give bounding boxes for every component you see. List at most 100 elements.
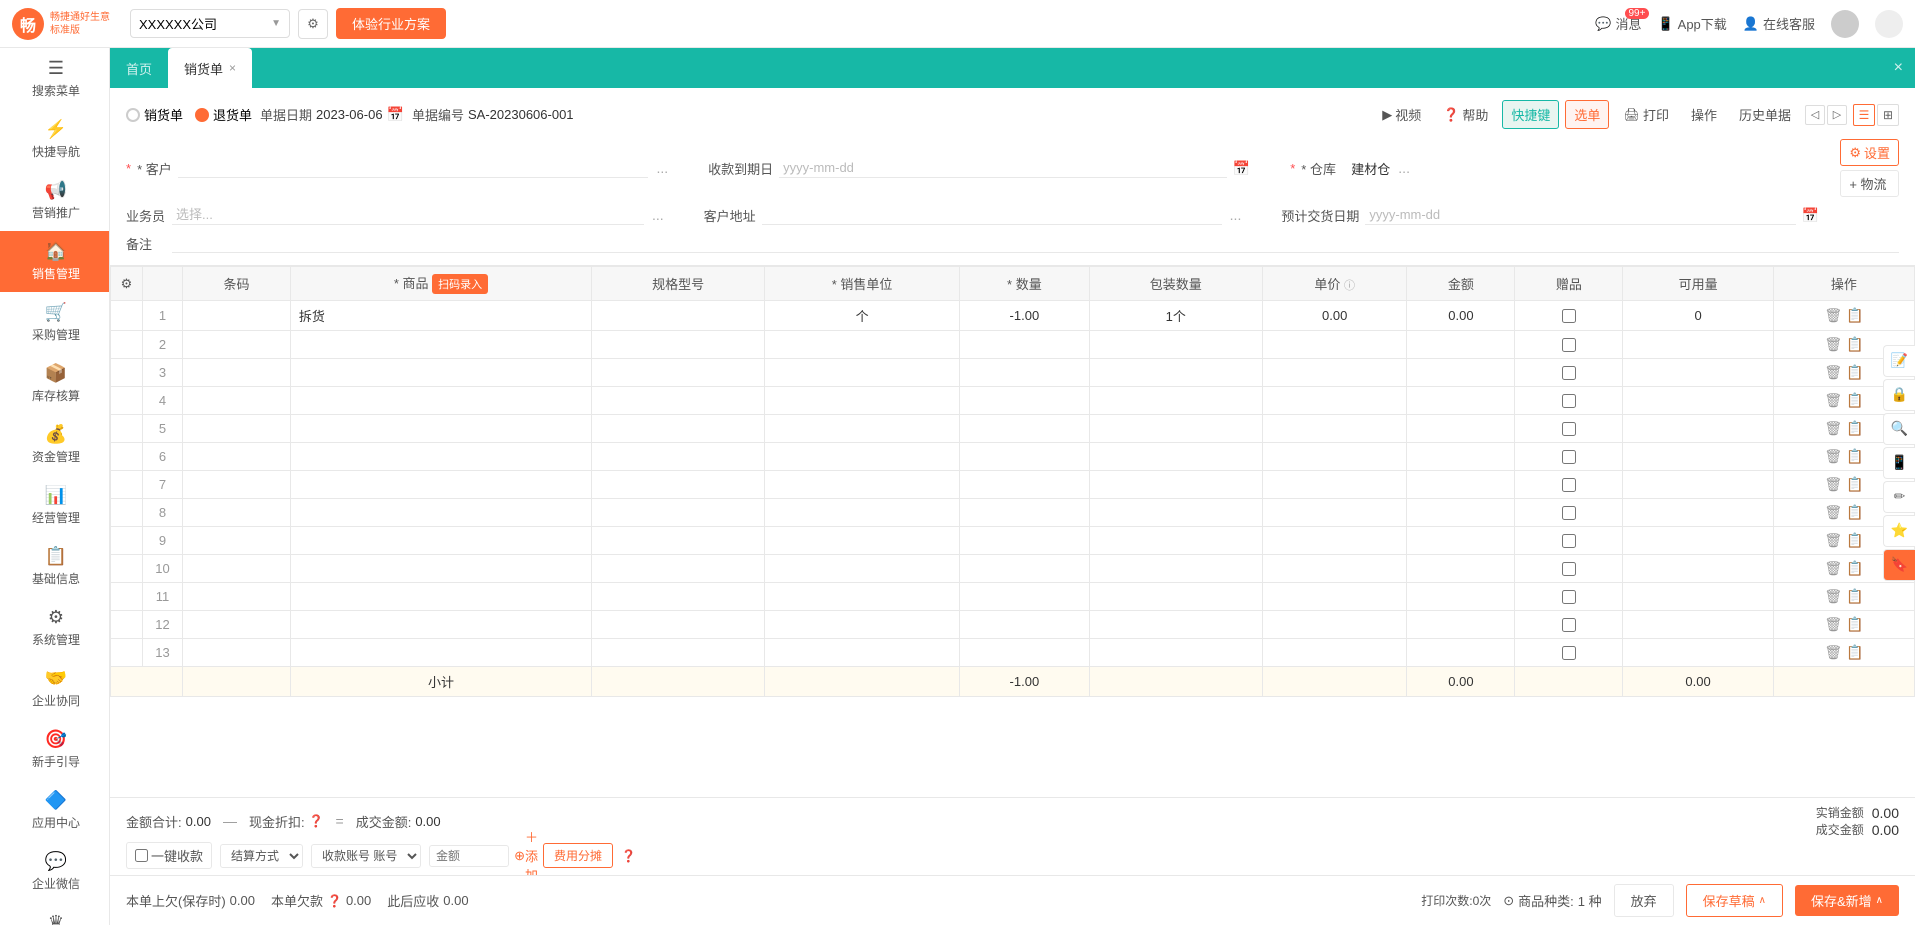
cell-action-1[interactable]: 🗑 📋 <box>1773 301 1914 331</box>
account-select[interactable]: 收款账号 账号 <box>311 844 421 868</box>
app-download-btn[interactable]: 📱 App下载 <box>1657 14 1726 33</box>
salesman-input[interactable] <box>172 205 644 225</box>
copy-btn-11[interactable]: 📋 <box>1846 588 1863 605</box>
tab-sales-order[interactable]: 销货单 × <box>168 48 252 88</box>
cell-spec-12[interactable] <box>592 611 765 639</box>
cell-spec-11[interactable] <box>592 583 765 611</box>
help-btn[interactable]: ❓ 帮助 <box>1435 101 1496 128</box>
cell-spec-6[interactable] <box>592 443 765 471</box>
payment-help-icon[interactable]: ❓ <box>621 849 636 863</box>
cell-action-11[interactable]: 🗑 📋 <box>1773 583 1914 611</box>
add-payment-btn[interactable]: ⊕ ＋添加 <box>517 847 535 865</box>
cell-product-11[interactable] <box>290 583 591 611</box>
cash-discount-help-icon[interactable]: ❓ <box>309 814 324 828</box>
one-click-checkbox[interactable] <box>135 849 148 862</box>
cell-price-3[interactable] <box>1262 359 1407 387</box>
salesman-dots-btn[interactable]: ... <box>652 207 664 223</box>
cell-unit-6[interactable] <box>765 443 960 471</box>
delete-btn-10[interactable]: 🗑 <box>1824 560 1842 577</box>
cell-qty-7[interactable] <box>960 471 1090 499</box>
cell-unit-4[interactable] <box>765 387 960 415</box>
cell-product-1[interactable]: 拆货 <box>290 301 591 331</box>
scan-btn[interactable]: 扫码录入 <box>432 274 488 294</box>
view-list-btn[interactable]: ☰ <box>1853 104 1875 126</box>
delete-btn-9[interactable]: 🗑 <box>1824 532 1842 549</box>
cell-product-5[interactable] <box>290 415 591 443</box>
expected-date-input[interactable] <box>1365 205 1795 225</box>
right-float-btn-7[interactable]: 🔖 <box>1883 549 1915 581</box>
delete-btn-5[interactable]: 🗑 <box>1824 420 1842 437</box>
settings-btn[interactable]: ⚙ 设置 <box>1840 139 1899 166</box>
radio-returns[interactable]: 退货单 <box>195 105 252 124</box>
cell-unit-11[interactable] <box>765 583 960 611</box>
cell-gift-6[interactable] <box>1515 443 1623 471</box>
cell-price-11[interactable] <box>1262 583 1407 611</box>
print-btn[interactable]: 🖨 打印 <box>1615 101 1677 128</box>
cell-gift-7[interactable] <box>1515 471 1623 499</box>
online-service-btn[interactable]: 👤 在线客服 <box>1743 14 1815 33</box>
cell-unit-7[interactable] <box>765 471 960 499</box>
cell-qty-1[interactable]: -1.00 <box>960 301 1090 331</box>
right-float-btn-4[interactable]: 📱 <box>1883 447 1915 479</box>
cell-price-12[interactable] <box>1262 611 1407 639</box>
radio-sales-order[interactable]: 销货单 <box>126 105 183 124</box>
copy-btn-2[interactable]: 📋 <box>1846 336 1863 353</box>
right-float-btn-1[interactable]: 📝 <box>1883 345 1915 377</box>
cell-price-10[interactable] <box>1262 555 1407 583</box>
cell-barcode-5[interactable] <box>183 415 291 443</box>
history-balance-help-icon[interactable]: ❓ <box>327 894 342 908</box>
copy-btn-5[interactable]: 📋 <box>1846 420 1863 437</box>
cell-qty-4[interactable] <box>960 387 1090 415</box>
copy-btn-6[interactable]: 📋 <box>1846 448 1863 465</box>
sidebar-item-operations[interactable]: 📊 经营管理 <box>0 475 109 536</box>
trial-btn[interactable]: 体验行业方案 <box>336 8 446 39</box>
cell-unit-1[interactable]: 个 <box>765 301 960 331</box>
view-grid-btn[interactable]: ⊞ <box>1877 104 1899 126</box>
tab-close-icon[interactable]: × <box>229 61 236 75</box>
cell-unit-2[interactable] <box>765 331 960 359</box>
cell-gift-13[interactable] <box>1515 639 1623 667</box>
cell-action-12[interactable]: 🗑 📋 <box>1773 611 1914 639</box>
sidebar-item-search[interactable]: ☰ 搜索菜单 <box>0 48 109 109</box>
copy-btn-10[interactable]: 📋 <box>1846 560 1863 577</box>
cell-qty-9[interactable] <box>960 527 1090 555</box>
cell-barcode-12[interactable] <box>183 611 291 639</box>
cell-price-1[interactable]: 0.00 <box>1262 301 1407 331</box>
gift-checkbox-7[interactable] <box>1562 478 1576 492</box>
cell-gift-8[interactable] <box>1515 499 1623 527</box>
company-selector[interactable]: XXXXXX公司 ▼ <box>130 9 290 38</box>
copy-btn-9[interactable]: 📋 <box>1846 532 1863 549</box>
one-click-payment-btn[interactable]: 一键收款 <box>126 842 212 869</box>
cell-price-7[interactable] <box>1262 471 1407 499</box>
cell-spec-5[interactable] <box>592 415 765 443</box>
gift-checkbox-2[interactable] <box>1562 338 1576 352</box>
sidebar-item-inventory[interactable]: 📦 库存核算 <box>0 353 109 414</box>
video-btn[interactable]: ▶ 视频 <box>1374 101 1429 128</box>
cell-product-9[interactable] <box>290 527 591 555</box>
cell-qty-11[interactable] <box>960 583 1090 611</box>
sidebar-item-finance[interactable]: 💰 资金管理 <box>0 414 109 475</box>
cell-gift-2[interactable] <box>1515 331 1623 359</box>
cell-barcode-9[interactable] <box>183 527 291 555</box>
cell-qty-2[interactable] <box>960 331 1090 359</box>
sidebar-item-guide[interactable]: 🎯 新手引导 <box>0 719 109 780</box>
cell-unit-9[interactable] <box>765 527 960 555</box>
sidebar-item-wechat[interactable]: 💬 企业微信 <box>0 841 109 902</box>
cell-barcode-3[interactable] <box>183 359 291 387</box>
nav-prev-btn[interactable]: ◁ <box>1805 105 1825 125</box>
delete-btn-8[interactable]: 🗑 <box>1824 504 1842 521</box>
cell-barcode-10[interactable] <box>183 555 291 583</box>
addr-dots-btn[interactable]: ... <box>1230 207 1242 223</box>
delete-btn-7[interactable]: 🗑 <box>1824 476 1842 493</box>
price-info-icon[interactable]: ⓘ <box>1344 280 1355 292</box>
cell-qty-10[interactable] <box>960 555 1090 583</box>
logistics-btn[interactable]: + 物流 <box>1840 170 1899 197</box>
cell-spec-1[interactable] <box>592 301 765 331</box>
delete-btn-2[interactable]: 🗑 <box>1824 336 1842 353</box>
right-float-btn-2[interactable]: 🔒 <box>1883 379 1915 411</box>
cell-barcode-13[interactable] <box>183 639 291 667</box>
cell-unit-8[interactable] <box>765 499 960 527</box>
cell-qty-3[interactable] <box>960 359 1090 387</box>
sidebar-item-marketing[interactable]: 📢 营销推广 <box>0 170 109 231</box>
expected-date-cal-icon[interactable]: 📅 <box>1802 207 1819 224</box>
